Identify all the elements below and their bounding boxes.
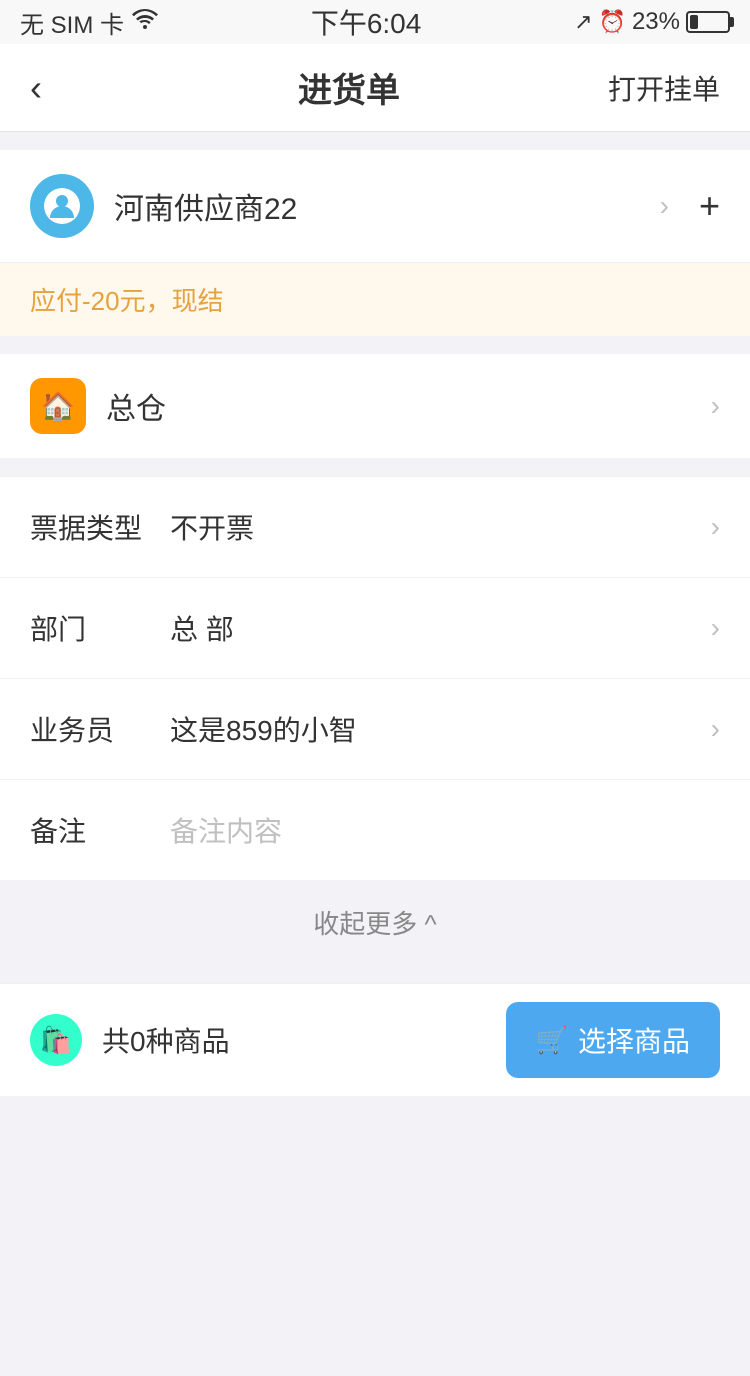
status-bar: 无 SIM 卡 下午6:04 ↗ ⏰ 23%	[0, 0, 750, 44]
product-count-icon: 🛍️	[30, 1014, 82, 1066]
bottom-bar: 🛍️ 共0种商品 🛒 选择商品	[0, 983, 750, 1096]
invoice-row[interactable]: 票据类型 不开票 ›	[0, 476, 750, 577]
remark-label: 备注	[30, 810, 150, 850]
collapse-row[interactable]: 收起更多 ^	[0, 880, 750, 965]
notice-bar: 应付-20元，现结	[0, 263, 750, 336]
location-icon: ↗	[574, 9, 592, 35]
select-goods-label: 选择商品	[578, 1020, 690, 1060]
page-title: 进货单	[298, 63, 400, 112]
supplier-chevron-icon: ›	[660, 190, 669, 222]
invoice-label: 票据类型	[30, 507, 150, 547]
section-gap-3	[0, 458, 750, 476]
salesperson-value: 这是859的小智	[150, 709, 711, 749]
supplier-row[interactable]: 河南供应商22 › +	[0, 150, 750, 263]
remark-row[interactable]: 备注 备注内容	[0, 779, 750, 880]
collapse-label: 收起更多 ^	[313, 904, 436, 941]
warehouse-row[interactable]: 🏠 总仓 ›	[0, 354, 750, 458]
department-row[interactable]: 部门 总 部 ›	[0, 577, 750, 678]
nav-bar: ‹ 进货单 打开挂单	[0, 44, 750, 132]
supplier-name: 河南供应商22	[114, 184, 660, 228]
salesperson-label: 业务员	[30, 709, 150, 749]
cart-icon: 🛍️	[40, 1025, 72, 1056]
section-gap-1	[0, 132, 750, 150]
warehouse-name: 总仓	[106, 384, 711, 428]
wifi-icon	[132, 8, 158, 36]
supplier-row-right: › +	[660, 185, 720, 227]
gray-fill-area	[0, 1096, 750, 1376]
form-section: 票据类型 不开票 › 部门 总 部 › 业务员 这是859的小智 › 备注 备注…	[0, 476, 750, 880]
carrier-text: 无 SIM 卡	[20, 5, 124, 40]
status-right: ↗ ⏰ 23%	[574, 8, 730, 36]
select-goods-button[interactable]: 🛒 选择商品	[506, 1002, 720, 1078]
warehouse-section[interactable]: 🏠 总仓 ›	[0, 354, 750, 458]
battery-icon	[686, 11, 730, 33]
section-gap-4	[0, 965, 750, 983]
product-count-text: 共0种商品	[102, 1020, 486, 1060]
select-goods-icon: 🛒	[536, 1025, 568, 1056]
salesperson-chevron-icon: ›	[711, 713, 720, 745]
warehouse-chevron-icon: ›	[711, 390, 720, 422]
battery-percent: 23%	[632, 8, 680, 36]
house-icon: 🏠	[41, 390, 76, 423]
invoice-value: 不开票	[150, 507, 711, 547]
warehouse-icon-wrap: 🏠	[30, 378, 86, 434]
remark-input[interactable]: 备注内容	[150, 810, 720, 850]
avatar	[30, 174, 94, 238]
person-icon	[46, 190, 78, 222]
salesperson-row[interactable]: 业务员 这是859的小智 ›	[0, 678, 750, 779]
supplier-section: 河南供应商22 › + 应付-20元，现结	[0, 150, 750, 336]
open-pending-button[interactable]: 打开挂单	[608, 68, 720, 108]
alarm-icon: ⏰	[599, 9, 626, 35]
department-label: 部门	[30, 608, 150, 648]
back-button[interactable]: ‹	[30, 67, 90, 109]
add-button[interactable]: +	[699, 185, 720, 227]
status-left: 无 SIM 卡	[20, 5, 158, 40]
department-chevron-icon: ›	[711, 612, 720, 644]
status-time: 下午6:04	[311, 2, 422, 42]
department-value: 总 部	[150, 608, 711, 648]
invoice-chevron-icon: ›	[711, 511, 720, 543]
section-gap-2	[0, 336, 750, 354]
